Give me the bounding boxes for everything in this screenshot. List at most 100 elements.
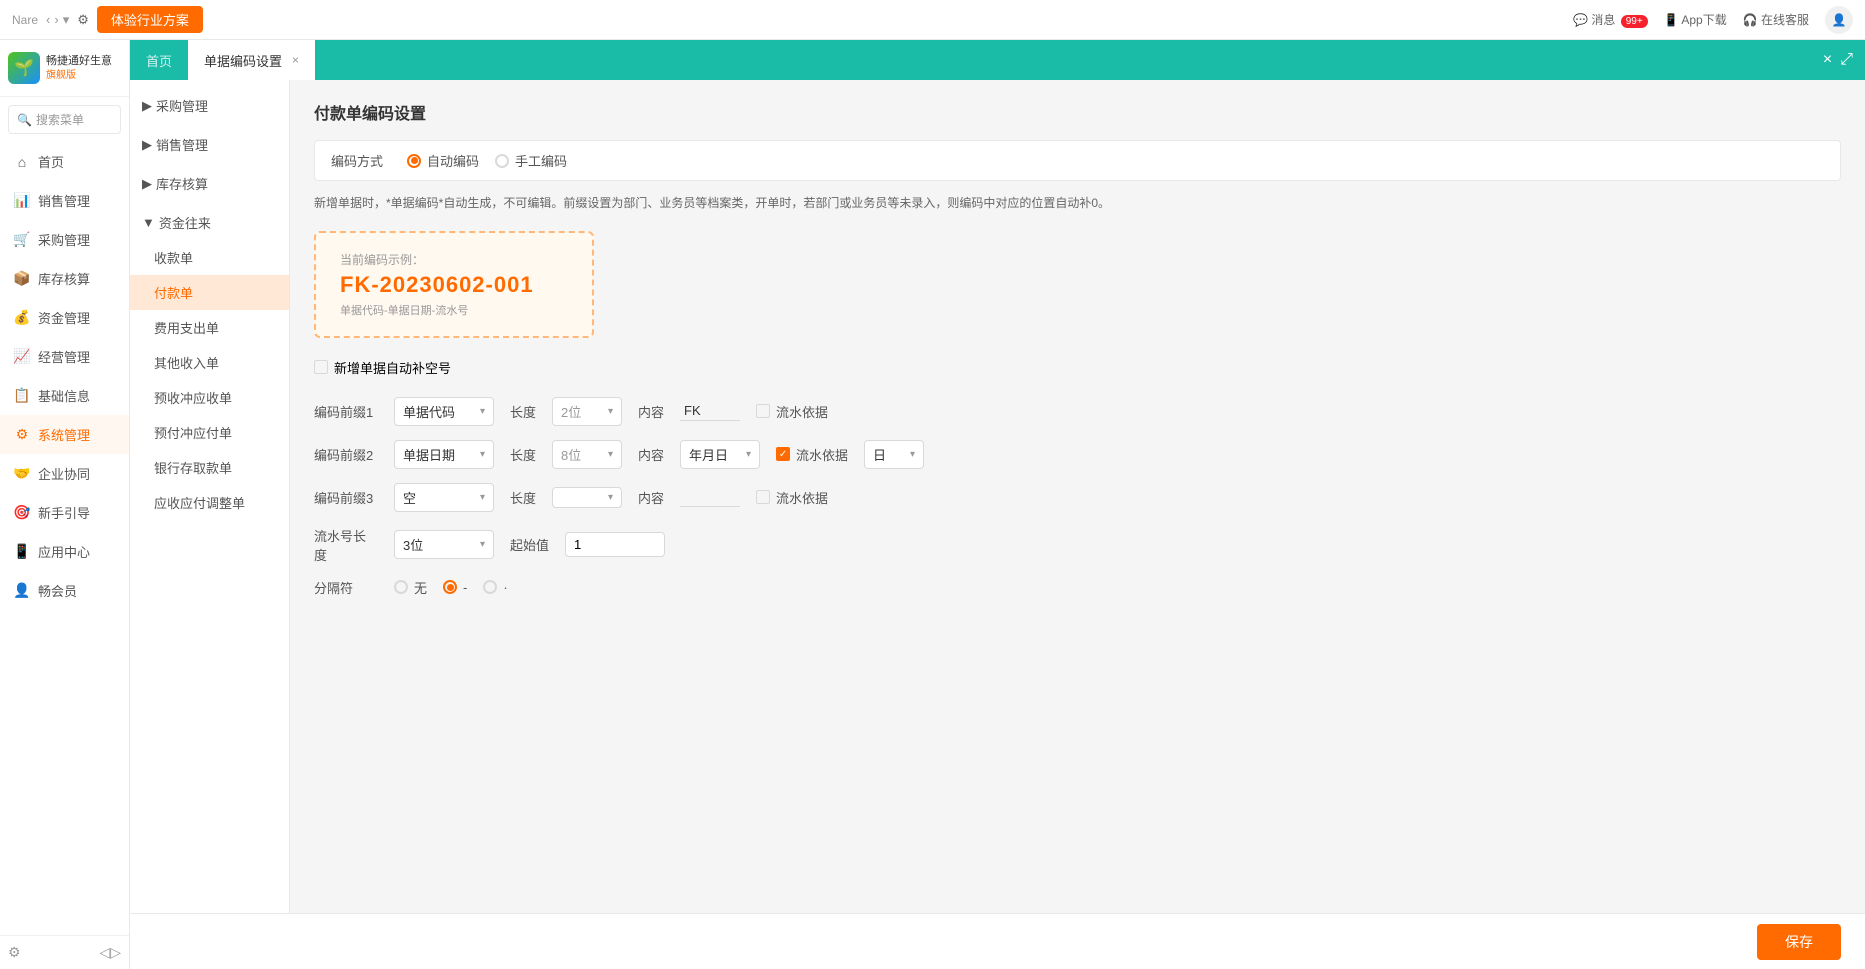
sidebar-item-operations[interactable]: 📈 经营管理: [0, 337, 129, 376]
app-icon: 📱: [14, 544, 30, 560]
sidebar-item-guide[interactable]: 🎯 新手引导: [0, 493, 129, 532]
serial-start-input[interactable]: [565, 532, 665, 557]
sidebar-item-label: 系统管理: [38, 425, 90, 444]
serial-number-arrow-icon: ▾: [480, 539, 485, 550]
sidebar-item-system[interactable]: ⚙ 系统管理: [0, 415, 129, 454]
sec-header-purchase[interactable]: ▶ 采购管理: [130, 88, 289, 123]
sep-dot-circle: [483, 580, 497, 594]
tab-close-icon[interactable]: ×: [292, 53, 299, 67]
gear-icon[interactable]: ⚙: [77, 12, 89, 28]
prefix1-label: 编码前缀1: [314, 402, 378, 421]
sep-dash-label: -: [463, 580, 467, 595]
sec-item-bank-deposit[interactable]: 银行存取款单: [130, 450, 289, 485]
online-service-item[interactable]: 🎧 在线客服: [1743, 11, 1809, 28]
tab-setting[interactable]: 单据编码设置 ×: [188, 40, 315, 80]
sidebar-item-purchase[interactable]: 🛒 采购管理: [0, 220, 129, 259]
prefix1-length-select[interactable]: 2位 ▾: [552, 397, 622, 426]
prefix3-select[interactable]: 空 ▾: [394, 483, 494, 512]
sep-dash[interactable]: -: [443, 580, 467, 595]
message-badge: 99+: [1621, 15, 1648, 28]
top-bar-right: 💬 消息 99+ 📱 App下载 🎧 在线客服 👤: [1573, 6, 1853, 34]
chevron-down-icon: ▼: [142, 215, 155, 230]
sec-header-capital[interactable]: ▼ 资金往来: [130, 205, 289, 240]
top-bar-left: Nare ‹ › ▾ ⚙ 体验行业方案: [12, 6, 203, 33]
prefix2-length-select[interactable]: 8位 ▾: [552, 440, 622, 469]
prefix3-content-input[interactable]: [680, 487, 740, 507]
settings-grid: 编码前缀1 单据代码 ▾ 长度 2位 ▾ 内容: [314, 397, 1841, 597]
settings-icon-btn[interactable]: ⚙: [8, 944, 21, 961]
sidebar-item-label: 库存核算: [38, 269, 90, 288]
sidebar-item-label: 企业协同: [38, 464, 90, 483]
prefix1-content-input[interactable]: [680, 401, 740, 421]
auto-fill-checkbox[interactable]: [314, 360, 328, 374]
arrow-right-icon[interactable]: ›: [54, 12, 58, 28]
prefix1-serial-label: 流水依据: [776, 402, 828, 421]
prefix2-serial-check[interactable]: 流水依据: [776, 445, 848, 464]
dropdown-icon[interactable]: ▾: [63, 12, 70, 28]
prefix3-length-select[interactable]: ▾: [552, 487, 622, 508]
sep-none[interactable]: 无: [394, 578, 427, 597]
prefix3-content-label: 内容: [638, 488, 664, 507]
sidebar-item-label: 采购管理: [38, 230, 90, 249]
prefix2-content-select[interactable]: 年月日 ▾: [680, 440, 760, 469]
sidebar-item-label: 销售管理: [38, 191, 90, 210]
prefix2-serial-unit-select[interactable]: 日 ▾: [864, 440, 924, 469]
page-title: 付款单编码设置: [314, 100, 1841, 124]
save-button[interactable]: 保存: [1757, 924, 1841, 960]
prefix2-select[interactable]: 单据日期 ▾: [394, 440, 494, 469]
sep-dot[interactable]: ·: [483, 580, 507, 595]
sec-group-capital: ▼ 资金往来 收款单 付款单 费用支出单 其他收入单 预收冲应收单 预付冲应付单…: [130, 205, 289, 520]
prefix1-select[interactable]: 单据代码 ▾: [394, 397, 494, 426]
sec-item-payment[interactable]: 付款单: [130, 275, 289, 310]
search-button[interactable]: 🔍 搜索菜单: [8, 105, 121, 134]
message-item[interactable]: 💬 消息 99+: [1573, 11, 1648, 28]
sidebar-item-home[interactable]: ⌂ 首页: [0, 142, 129, 181]
serial-number-select[interactable]: 3位 ▾: [394, 530, 494, 559]
sep-none-label: 无: [414, 578, 427, 597]
sec-item-advance-receivable[interactable]: 预收冲应收单: [130, 380, 289, 415]
finance-icon: 💰: [14, 310, 30, 326]
prefix3-row: 编码前缀3 空 ▾ 长度 ▾ 内容: [314, 483, 1841, 512]
app-download-item[interactable]: 📱 App下载: [1664, 11, 1727, 28]
prefix3-serial-checkbox: [756, 490, 770, 504]
collapse-sidebar-btn[interactable]: ◁▷: [99, 944, 121, 961]
preview-box: 当前编码示例： FK-20230602-001 单据代码-单据日期-流水号: [314, 231, 594, 338]
prefix1-arrow-icon: ▾: [480, 406, 485, 417]
sidebar-item-sales[interactable]: 📊 销售管理: [0, 181, 129, 220]
radio-auto-circle: [407, 154, 421, 168]
sec-header-inventory[interactable]: ▶ 库存核算: [130, 166, 289, 201]
top-bar: Nare ‹ › ▾ ⚙ 体验行业方案 💬 消息 99+ 📱 App下载 🎧 在…: [0, 0, 1865, 40]
prefix3-length-label: 长度: [510, 488, 536, 507]
prefix1-serial-checkbox: [756, 404, 770, 418]
sidebar-item-cooperation[interactable]: 🤝 企业协同: [0, 454, 129, 493]
radio-manual[interactable]: 手工编码: [495, 151, 567, 170]
sec-item-advance-payable[interactable]: 预付冲应付单: [130, 415, 289, 450]
sec-group-purchase: ▶ 采购管理: [130, 88, 289, 123]
tab-expand-btn[interactable]: ⤢: [1840, 51, 1853, 69]
prefix3-label: 编码前缀3: [314, 488, 378, 507]
sec-item-ar-ap-adjust[interactable]: 应收应付调整单: [130, 485, 289, 520]
sidebar-item-member[interactable]: 👤 畅会员: [0, 571, 129, 610]
sec-item-other-income[interactable]: 其他收入单: [130, 345, 289, 380]
prefix3-serial-check[interactable]: 流水依据: [756, 488, 828, 507]
trial-button[interactable]: 体验行业方案: [97, 6, 203, 33]
sidebar-item-label: 应用中心: [38, 542, 90, 561]
arrow-left-icon[interactable]: ‹: [46, 12, 50, 28]
sidebar-item-basic[interactable]: 📋 基础信息: [0, 376, 129, 415]
sec-item-receipt[interactable]: 收款单: [130, 240, 289, 275]
sidebar-logo: 🌱 畅捷通好生意 旗舰版: [0, 40, 129, 97]
user-avatar[interactable]: 👤: [1825, 6, 1853, 34]
tab-collapse-btn[interactable]: ×: [1823, 51, 1832, 69]
sec-group-sales: ▶ 销售管理: [130, 127, 289, 162]
sec-item-expense[interactable]: 费用支出单: [130, 310, 289, 345]
sidebar-item-inventory[interactable]: 📦 库存核算: [0, 259, 129, 298]
sidebar-item-finance[interactable]: 💰 资金管理: [0, 298, 129, 337]
prefix2-label: 编码前缀2: [314, 445, 378, 464]
prefix1-length-arrow-icon: ▾: [608, 406, 613, 417]
prefix1-serial-check[interactable]: 流水依据: [756, 402, 828, 421]
radio-auto[interactable]: 自动编码: [407, 151, 479, 170]
sec-header-sales[interactable]: ▶ 销售管理: [130, 127, 289, 162]
sidebar-item-app[interactable]: 📱 应用中心: [0, 532, 129, 571]
guide-icon: 🎯: [14, 505, 30, 521]
tab-home[interactable]: 首页: [130, 40, 188, 80]
